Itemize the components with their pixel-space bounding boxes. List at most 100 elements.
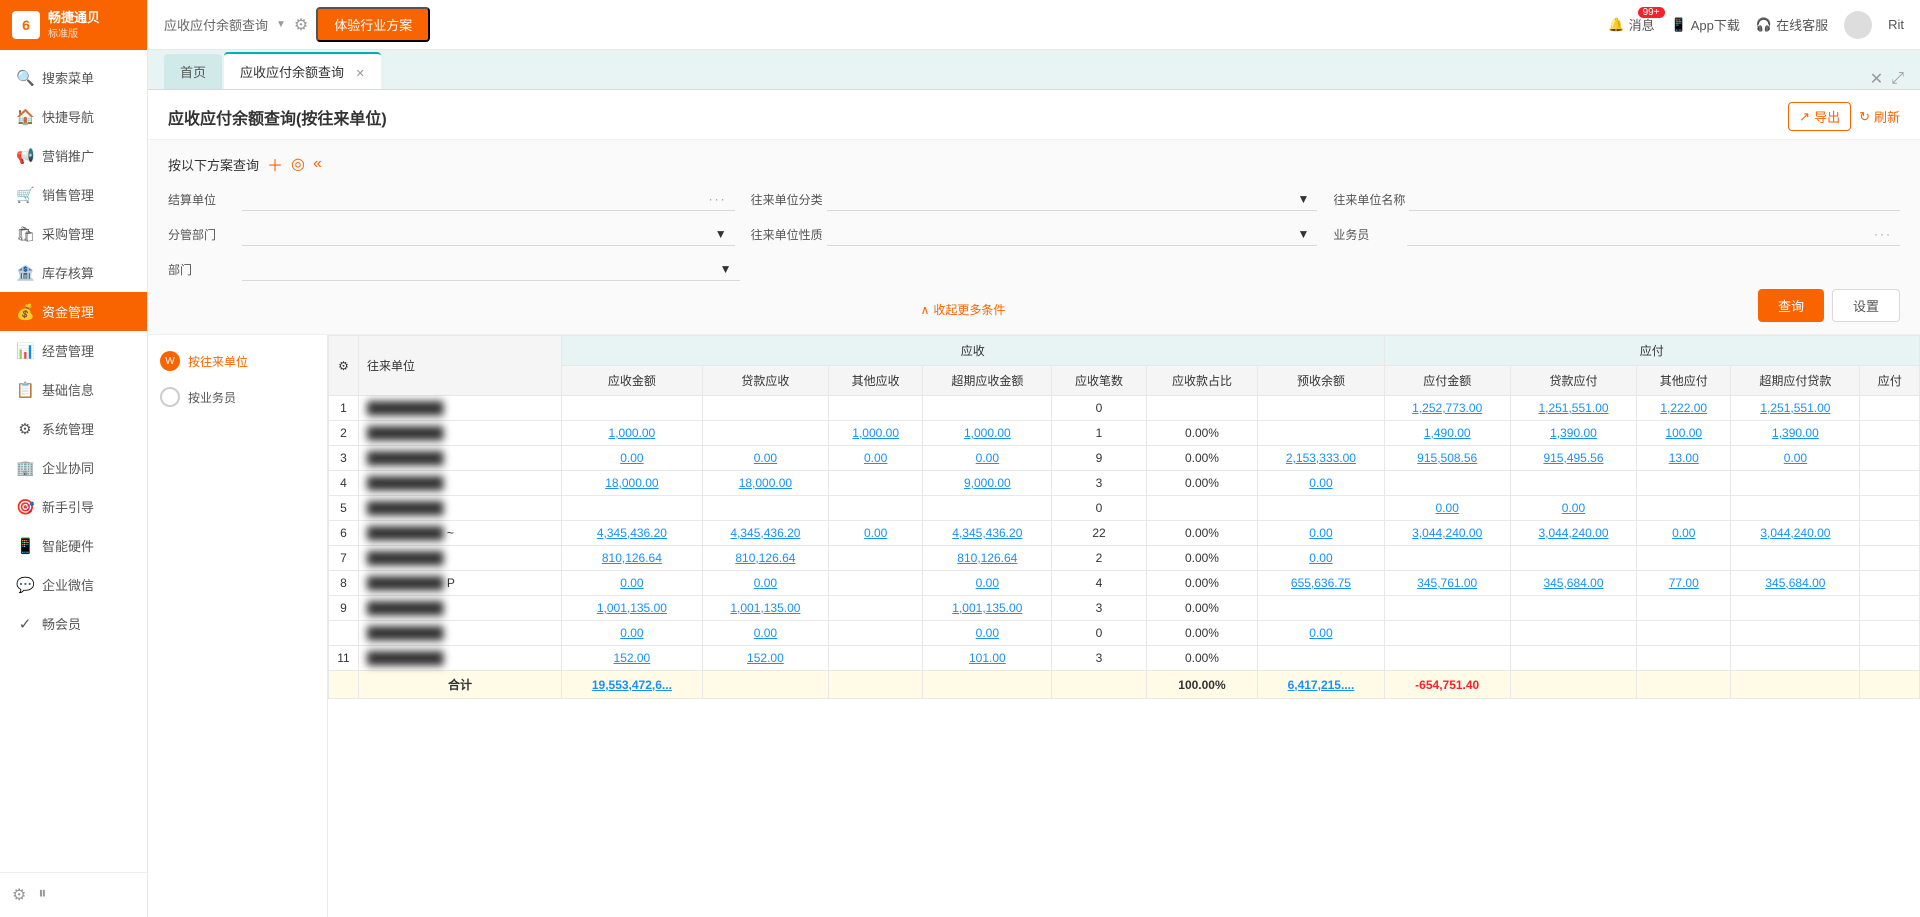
row-ap_col14-cell [1860,646,1920,671]
sidebar-item-system[interactable]: ⚙ 系统管理 [0,409,147,448]
sidebar-item-hardware[interactable]: 📱 智能硬件 [0,526,147,565]
row-ar_overdue-cell: 810,126.64 [923,546,1052,571]
filter-salesman-input[interactable]: ··· [1407,223,1900,246]
table-row: 11█████████152.00152.00101.0030.00% [329,646,1920,671]
header-notifications[interactable]: 🔔 消息 99+ [1608,15,1654,34]
header-app-download[interactable]: 📱 App下载 [1671,15,1740,34]
filter-dept-manager-select[interactable]: ▼ [242,223,735,246]
header-online-service[interactable]: 🎧 在线客服 [1756,15,1828,34]
header-dropdown-icon[interactable]: ▼ [276,19,286,30]
row-ap_loan-cell: 1,251,551.00 [1510,396,1636,421]
sidebar-item-finance[interactable]: 💰 资金管理 [0,292,147,331]
row-prepay_balance-cell: 0.00 [1258,471,1384,496]
row-ar_other-cell [829,496,923,521]
export-button[interactable]: ↗ 导出 [1788,102,1851,131]
sidebar-item-search[interactable]: 🔍 搜索菜单 [0,58,147,97]
sidebar-item-member[interactable]: ✓ 畅会员 [0,604,147,643]
row-ap_loan-cell: 0.00 [1510,496,1636,521]
row-partner-cell: █████████ [359,546,562,571]
row-ar_loan-cell: 0.00 [702,446,828,471]
sidebar-item-wechat[interactable]: 💬 企业微信 [0,565,147,604]
row-ap_amount-cell: 345,761.00 [1384,571,1510,596]
sidebar-item-marketing[interactable]: 📢 营销推广 [0,136,147,175]
sidebar-item-inventory[interactable]: 🏦 库存核算 [0,253,147,292]
row-ap_other-cell [1637,471,1731,496]
row-ar_other-cell: 0.00 [829,446,923,471]
sidebar-item-basic[interactable]: 📋 基础信息 [0,370,147,409]
filter-dept-select[interactable]: ▼ [242,258,740,281]
sidebar-logo: 6 畅捷通贝 标准版 [0,0,147,50]
sidebar-item-enterprise[interactable]: 🏢 企业协同 [0,448,147,487]
row-ar_ratio-cell: 0.00% [1146,571,1258,596]
row-ap_loan-cell: 345,684.00 [1510,571,1636,596]
row-ar_ratio-cell [1146,496,1258,521]
row-partner-cell: █████████ [359,596,562,621]
row-ar_count-cell: 0 [1052,496,1146,521]
row-partner-cell: █████████ [359,421,562,446]
row-no-cell: 5 [329,496,359,521]
row-ap_amount-cell: 0.00 [1384,496,1510,521]
summary-ap-other [1637,671,1731,699]
row-ap_overdue-cell: 1,251,551.00 [1731,396,1860,421]
row-ar_other-cell [829,646,923,671]
row-ar_amount-cell: 0.00 [562,446,703,471]
sidebar-item-guide[interactable]: 🎯 新手引导 [0,487,147,526]
settings-button[interactable]: 设置 [1832,289,1900,322]
left-nav-by-partner[interactable]: W 按往来单位 [148,343,327,379]
table-row: 1█████████01,252,773.001,251,551.001,222… [329,396,1920,421]
page-title: 应收应付余额查询(按往来单位) [168,105,387,129]
export-label: 导出 [1814,107,1840,126]
table-row: 7█████████810,126.64810,126.64810,126.64… [329,546,1920,571]
sidebar-item-shortcut[interactable]: 🏠 快捷导航 [0,97,147,136]
sidebar-settings-btn[interactable]: ⚙ [12,885,26,905]
row-ar_count-cell: 0 [1052,396,1146,421]
row-ar_amount-cell: 1,001,135.00 [562,596,703,621]
tab-close-window-icon[interactable]: ✕ [1870,69,1883,89]
sidebar-collapse-btn[interactable]: ⏸ [38,885,46,905]
filter-dept-manager: 分管部门 ▼ [168,223,735,246]
sidebar-item-operations[interactable]: 📊 经营管理 [0,331,147,370]
row-ap_loan-cell: 1,390.00 [1510,421,1636,446]
member-icon: ✓ [16,615,34,633]
tab-close-icon[interactable]: ✕ [356,68,365,80]
filter-partner-category-select[interactable]: ▼ [827,188,1318,211]
collapse-more-button[interactable]: ∧ 收起更多条件 [921,301,1006,318]
filter-expand-button[interactable]: « [313,155,322,173]
row-ar_overdue-cell: 9,000.00 [923,471,1052,496]
row-ar_amount-cell: 810,126.64 [562,546,703,571]
sidebar-item-sales[interactable]: 🛒 销售管理 [0,175,147,214]
sidebar-label-sales: 销售管理 [42,185,94,204]
filter-settings-button[interactable]: ◎ [291,154,305,174]
row-ap_col14-cell [1860,546,1920,571]
left-nav-by-salesman[interactable]: 按业务员 [148,379,327,415]
tab-home[interactable]: 首页 [164,54,222,89]
header-gear-icon[interactable]: ⚙ [294,15,308,35]
partner-category-dropdown-icon: ▼ [1297,192,1309,206]
summary-ap-overdue [1731,671,1860,699]
row-ar_count-cell: 22 [1052,521,1146,546]
filter-partner-nature-select[interactable]: ▼ [827,223,1318,246]
filter-partner-name-input[interactable] [1409,188,1900,211]
row-ar_amount-cell: 152.00 [562,646,703,671]
row-ap_col14-cell [1860,421,1920,446]
table-row: 3█████████0.000.000.000.0090.00%2,153,33… [329,446,1920,471]
tab-query-label: 应收应付余额查询 [240,65,344,80]
tab-query[interactable]: 应收应付余额查询 ✕ [224,52,381,89]
tab-expand-icon[interactable]: ⤢ [1891,70,1904,88]
filter-add-button[interactable]: ＋ [267,152,283,176]
table-payable-group-th: 应付 [1384,336,1919,366]
header-promo-button[interactable]: 体验行业方案 [316,7,430,42]
row-no-cell: 1 [329,396,359,421]
table-settings-th[interactable]: ⚙ [329,336,359,396]
app-icon: 📱 [1671,17,1687,33]
filter-settlement-input[interactable]: ··· [242,188,735,211]
query-button[interactable]: 查询 [1758,289,1824,322]
dept-dropdown-icon: ▼ [720,262,732,276]
row-ap_other-cell [1637,496,1731,521]
user-avatar[interactable] [1844,11,1872,39]
sidebar-nav: 🔍 搜索菜单 🏠 快捷导航 📢 营销推广 🛒 销售管理 🛍 采购管理 🏦 库存核… [0,50,147,872]
row-ar_overdue-cell [923,496,1052,521]
row-no-cell: 9 [329,596,359,621]
refresh-button[interactable]: ↻ 刷新 [1859,102,1900,131]
sidebar-item-purchase[interactable]: 🛍 采购管理 [0,214,147,253]
